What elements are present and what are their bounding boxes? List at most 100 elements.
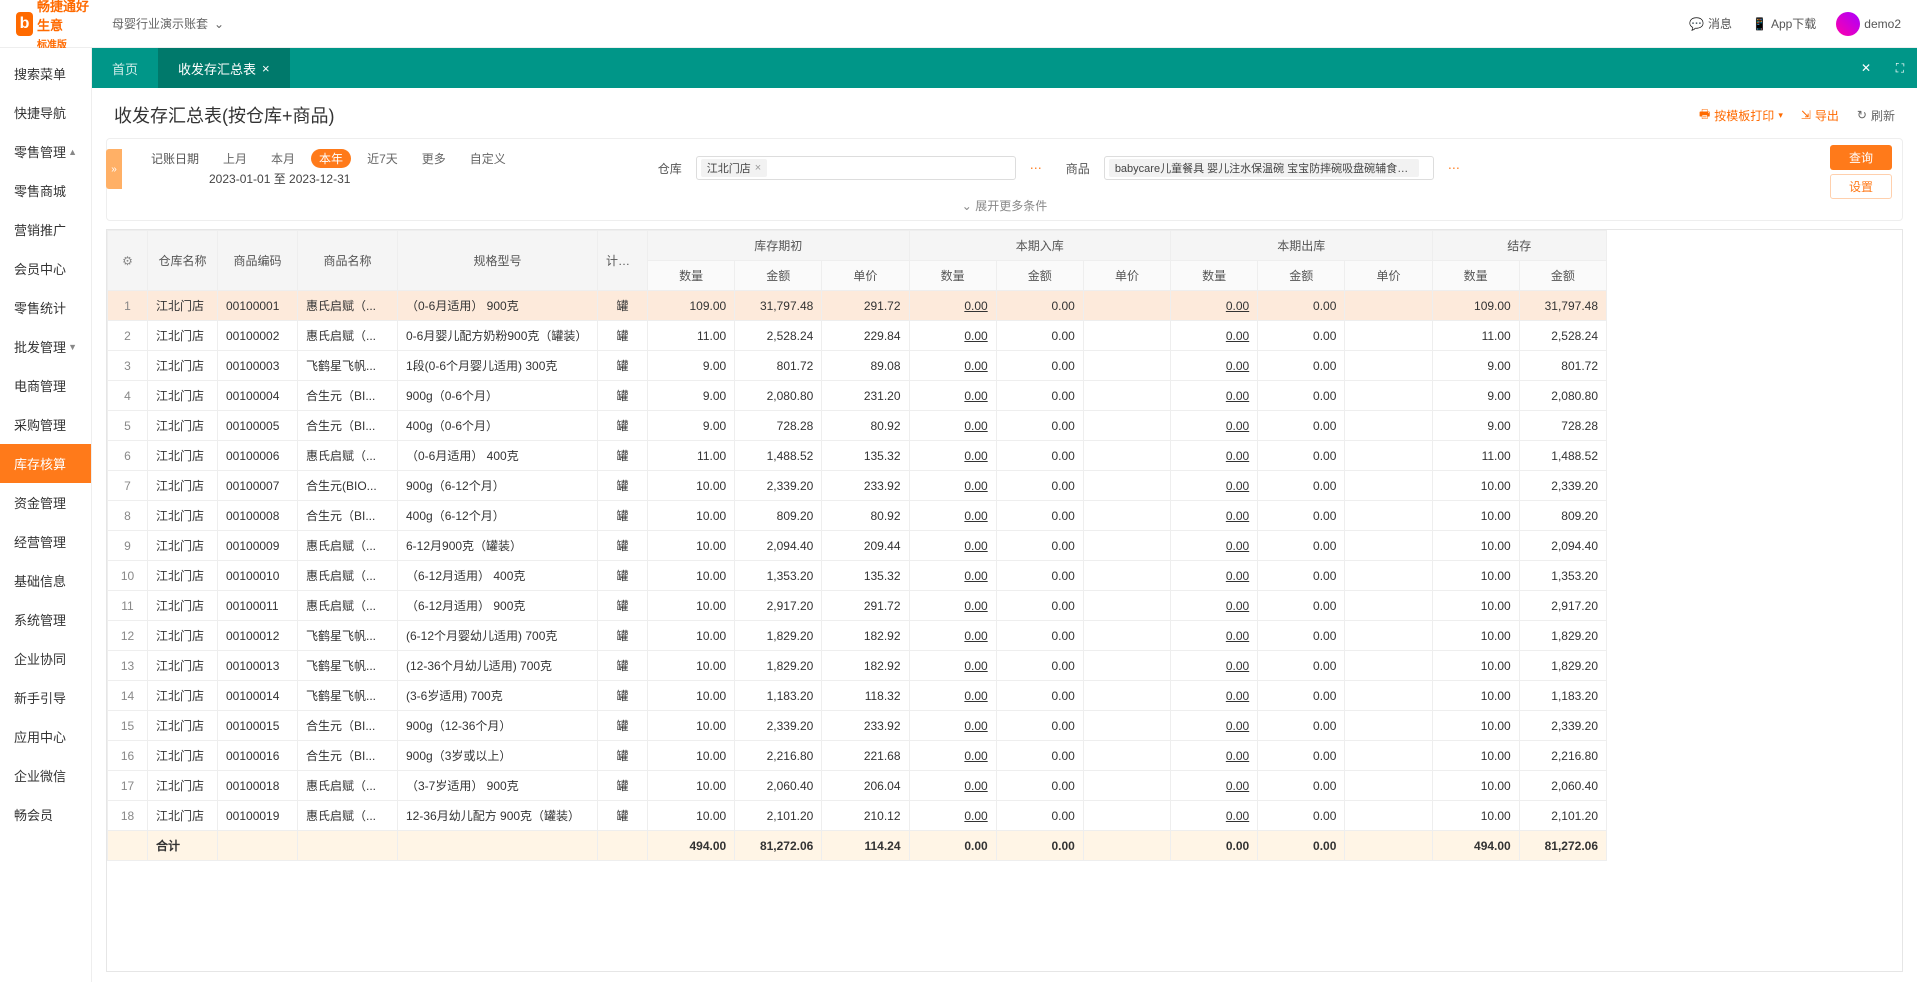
period-btn-更多[interactable]: 更多: [414, 149, 454, 168]
sidebar-item-0[interactable]: 搜索菜单: [0, 54, 91, 93]
cell-in-qty: 0.00: [909, 321, 996, 351]
close-all-tabs-button[interactable]: ✕: [1849, 48, 1883, 88]
warehouse-more-icon[interactable]: ⋯: [1030, 161, 1042, 175]
sidebar-item-12[interactable]: 经营管理: [0, 522, 91, 561]
sidebar-item-7[interactable]: 批发管理▼: [0, 327, 91, 366]
tab-0[interactable]: 首页: [92, 48, 158, 88]
table-row[interactable]: 2江北门店00100002惠氏启赋（...0-6月婴儿配方奶粉900克（罐装）罐…: [108, 321, 1607, 351]
cell-in-price: [1083, 291, 1170, 321]
table-row[interactable]: 10江北门店00100010惠氏启赋（...（6-12月适用） 400克罐10.…: [108, 561, 1607, 591]
collapse-filter-handle[interactable]: »: [106, 149, 122, 189]
app-download-button[interactable]: 📱 App下载: [1752, 15, 1816, 32]
warehouse-input[interactable]: 江北门店 ×: [696, 156, 1016, 180]
sidebar-item-18[interactable]: 企业微信: [0, 756, 91, 795]
period-btn-本月[interactable]: 本月: [263, 149, 303, 168]
messages-button[interactable]: 💬 消息: [1689, 15, 1732, 32]
cell-code: 00100004: [218, 381, 298, 411]
sidebar-item-label: 零售商城: [14, 181, 66, 200]
sidebar-item-13[interactable]: 基础信息: [0, 561, 91, 600]
sidebar-item-19[interactable]: 畅会员: [0, 795, 91, 834]
cell-spec: （6-12月适用） 400克: [398, 561, 598, 591]
sidebar-item-4[interactable]: 营销推广: [0, 210, 91, 249]
product-input[interactable]: babycare儿童餐具 婴儿注水保温碗 宝宝防摔碗吸盘碗辅食碗勺套装 雀湖绿 …: [1104, 156, 1434, 180]
cell-open-amt: 1,829.20: [735, 621, 822, 651]
period-btn-上月[interactable]: 上月: [215, 149, 255, 168]
cell-idx: 8: [108, 501, 148, 531]
table-scroll[interactable]: ⚙ 仓库名称 商品编码 商品名称 规格型号 计量单位 库存期初 本期入库 本期出…: [107, 230, 1902, 971]
close-tab-icon[interactable]: ×: [262, 61, 270, 76]
cell-name: 飞鹤星飞帆...: [298, 621, 398, 651]
user-menu[interactable]: demo2: [1836, 12, 1901, 36]
tab-1[interactable]: 收发存汇总表×: [158, 48, 290, 88]
fullscreen-button[interactable]: ⛶: [1883, 48, 1917, 88]
expand-filters-button[interactable]: ⌄ 展开更多条件: [121, 193, 1888, 220]
refresh-button[interactable]: ↻ 刷新: [1857, 107, 1895, 124]
table-row[interactable]: 4江北门店00100004合生元（BI...900g（0-6个月）罐9.002,…: [108, 381, 1607, 411]
cell-out-qty: 0.00: [1171, 621, 1258, 651]
export-button[interactable]: ⇲ 导出: [1801, 107, 1839, 124]
table-row[interactable]: 5江北门店00100005合生元（BI...400g（0-6个月）罐9.0072…: [108, 411, 1607, 441]
period-btn-本年[interactable]: 本年: [311, 149, 351, 168]
table-row[interactable]: 18江北门店00100019惠氏启赋（...12-36月幼儿配方 900克（罐装…: [108, 801, 1607, 831]
cell-out-amt: 0.00: [1258, 531, 1345, 561]
org-selector[interactable]: 母婴行业演示账套 ⌄: [112, 15, 224, 32]
table-row[interactable]: 14江北门店00100014飞鹤星飞帆...(3-6岁适用) 700克罐10.0…: [108, 681, 1607, 711]
cell-code: 00100014: [218, 681, 298, 711]
cell-unit: 罐: [598, 321, 648, 351]
cell-open-amt: 2,339.20: [735, 471, 822, 501]
cell-open-qty: 10.00: [648, 741, 735, 771]
table-row[interactable]: 9江北门店00100009惠氏启赋（...6-12月900克（罐装）罐10.00…: [108, 531, 1607, 561]
cell-out-amt: 0.00: [1258, 321, 1345, 351]
sidebar-item-14[interactable]: 系统管理: [0, 600, 91, 639]
settings-button[interactable]: 设置: [1830, 174, 1892, 199]
table-row[interactable]: 6江北门店00100006惠氏启赋（...（0-6月适用） 400克罐11.00…: [108, 441, 1607, 471]
cell-unit: 罐: [598, 621, 648, 651]
table-settings-button[interactable]: ⚙: [108, 231, 148, 291]
sidebar-item-15[interactable]: 企业协同: [0, 639, 91, 678]
cell-out-qty: 0.00: [1171, 771, 1258, 801]
table-row[interactable]: 13江北门店00100013飞鹤星飞帆...(12-36个月幼儿适用) 700克…: [108, 651, 1607, 681]
cell-spec: （3-7岁适用） 900克: [398, 771, 598, 801]
cell-in-price: [1083, 651, 1170, 681]
query-button[interactable]: 查询: [1830, 145, 1892, 170]
table-row[interactable]: 3江北门店00100003飞鹤星飞帆...1段(0-6个月婴儿适用) 300克罐…: [108, 351, 1607, 381]
period-buttons: 上月本月本年近7天更多自定义: [215, 149, 514, 168]
cell-out-amt: 0.00: [1258, 291, 1345, 321]
sidebar-item-label: 零售管理: [14, 142, 66, 161]
date-range-text: 2023-01-01 至 2023-12-31: [209, 170, 514, 187]
sidebar-item-1[interactable]: 快捷导航: [0, 93, 91, 132]
sidebar-item-6[interactable]: 零售统计: [0, 288, 91, 327]
table-row[interactable]: 15江北门店00100015合生元（BI...900g（12-36个月）罐10.…: [108, 711, 1607, 741]
cell-bal-qty: 10.00: [1432, 501, 1519, 531]
remove-chip-icon[interactable]: ×: [755, 162, 761, 174]
sidebar-item-11[interactable]: 资金管理: [0, 483, 91, 522]
cell-in-qty: 0.00: [909, 441, 996, 471]
table-row[interactable]: 7江北门店00100007合生元(BIO...900g（6-12个月）罐10.0…: [108, 471, 1607, 501]
sidebar-item-2[interactable]: 零售管理▲: [0, 132, 91, 171]
table-row[interactable]: 8江北门店00100008合生元（BI...400g（6-12个月）罐10.00…: [108, 501, 1607, 531]
period-btn-自定义[interactable]: 自定义: [462, 149, 514, 168]
sidebar-item-3[interactable]: 零售商城: [0, 171, 91, 210]
cell-open-price: 229.84: [822, 321, 909, 351]
sidebar-item-16[interactable]: 新手引导: [0, 678, 91, 717]
sidebar-item-9[interactable]: 采购管理: [0, 405, 91, 444]
table-row[interactable]: 17江北门店00100018惠氏启赋（...（3-7岁适用） 900克罐10.0…: [108, 771, 1607, 801]
sidebar-item-10[interactable]: 库存核算: [0, 444, 91, 483]
cell-spec: 900g（12-36个月）: [398, 711, 598, 741]
cell-bal-qty: 10.00: [1432, 741, 1519, 771]
cell-unit: 罐: [598, 351, 648, 381]
period-btn-近7天[interactable]: 近7天: [359, 149, 406, 168]
cell-spec: (6-12个月婴幼儿适用) 700克: [398, 621, 598, 651]
sidebar-item-label: 基础信息: [14, 571, 66, 590]
table-row[interactable]: 1江北门店00100001惠氏启赋（...（0-6月适用） 900克罐109.0…: [108, 291, 1607, 321]
print-button[interactable]: 🖶 按模板打印 ▾: [1699, 105, 1783, 126]
sidebar-item-5[interactable]: 会员中心: [0, 249, 91, 288]
table-row[interactable]: 11江北门店00100011惠氏启赋（...（6-12月适用） 900克罐10.…: [108, 591, 1607, 621]
table-row[interactable]: 16江北门店00100016合生元（BI...900g（3岁或以上）罐10.00…: [108, 741, 1607, 771]
table-row[interactable]: 12江北门店00100012飞鹤星飞帆...(6-12个月婴幼儿适用) 700克…: [108, 621, 1607, 651]
cell-spec: （0-6月适用） 900克: [398, 291, 598, 321]
sidebar-item-8[interactable]: 电商管理: [0, 366, 91, 405]
product-more-icon[interactable]: ⋯: [1448, 161, 1460, 175]
cell-out-price: [1345, 471, 1432, 501]
sidebar-item-17[interactable]: 应用中心: [0, 717, 91, 756]
